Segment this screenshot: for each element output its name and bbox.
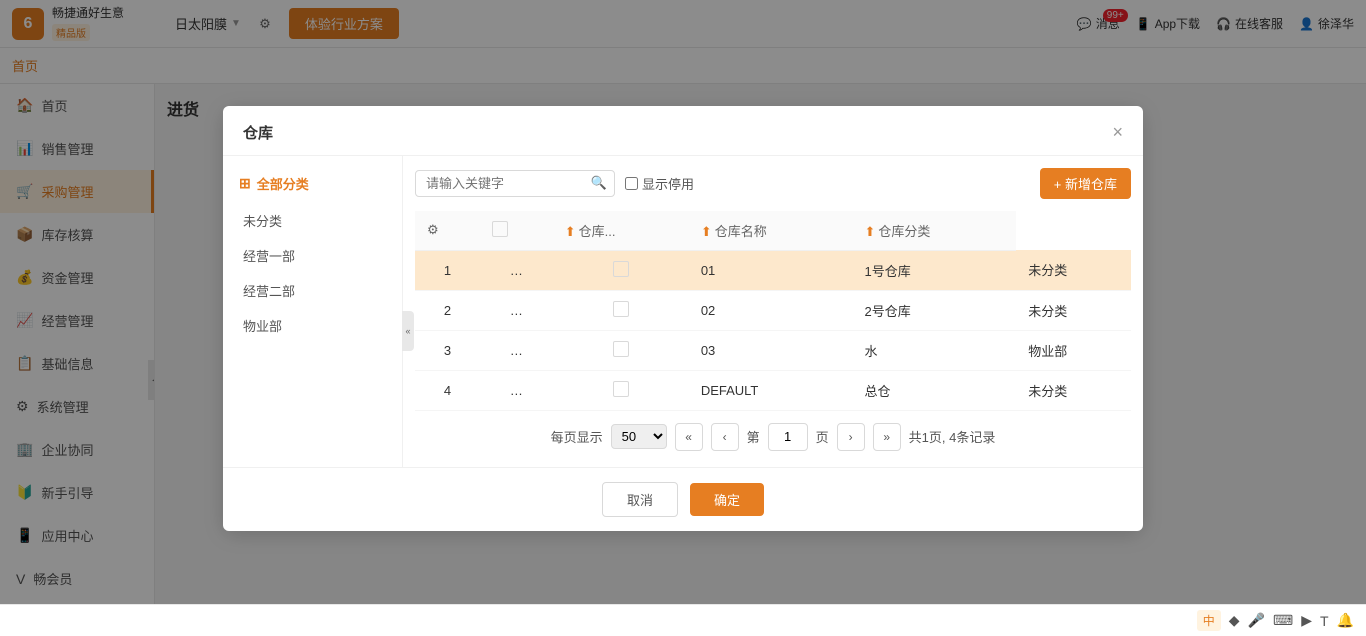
- row-check[interactable]: [613, 301, 629, 317]
- row-name: 1号仓库: [853, 250, 1017, 290]
- modal-header: 仓库 ×: [223, 106, 1143, 156]
- status-bar: 中 ◆ 🎤 ⌨ ▶ T 🔔: [0, 604, 1366, 636]
- modal-body: ⊞ 全部分类 未分类经营一部经营二部物业部 « 🔍 显示停用: [223, 156, 1143, 467]
- category-all-label[interactable]: 全部分类: [257, 174, 309, 193]
- row-num: 3: [415, 330, 480, 370]
- modal-footer: 取消 确定: [223, 467, 1143, 531]
- search-input[interactable]: [415, 170, 615, 197]
- row-category: 未分类: [1016, 370, 1131, 410]
- row-check[interactable]: [613, 381, 629, 397]
- warehouse-modal: 仓库 × ⊞ 全部分类 未分类经营一部经营二部物业部 « 🔍: [223, 106, 1143, 531]
- page-label: 第: [747, 427, 760, 446]
- row-category: 未分类: [1016, 250, 1131, 290]
- th-category: ⬆仓库分类: [853, 211, 1017, 251]
- table-row[interactable]: 3 … 03 水 物业部: [415, 330, 1131, 370]
- row-num: 1: [415, 250, 480, 290]
- row-checkbox[interactable]: [553, 250, 689, 290]
- search-wrap: 🔍: [415, 170, 615, 197]
- table-row[interactable]: 2 … 02 2号仓库 未分类: [415, 290, 1131, 330]
- modal-overlay[interactable]: 仓库 × ⊞ 全部分类 未分类经营一部经营二部物业部 « 🔍: [0, 0, 1366, 636]
- row-code: 02: [689, 290, 853, 330]
- per-page-select[interactable]: 50 10 20 100: [611, 424, 667, 449]
- statusbar-zhong: 中: [1197, 610, 1221, 631]
- sort-code-icon: ⬆: [565, 224, 576, 239]
- sort-name-icon: ⬆: [701, 224, 712, 239]
- first-page-button[interactable]: «: [675, 423, 703, 451]
- statusbar-bell-icon: 🔔: [1337, 612, 1354, 629]
- collapse-panel-button[interactable]: «: [402, 311, 414, 351]
- table-row[interactable]: 4 … DEFAULT 总仓 未分类: [415, 370, 1131, 410]
- row-code: DEFAULT: [689, 370, 853, 410]
- category-item[interactable]: 未分类: [231, 203, 394, 238]
- category-item[interactable]: 经营一部: [231, 238, 394, 273]
- th-code: ⬆仓库...: [553, 211, 689, 251]
- table-toolbar: 🔍 显示停用 + 新增仓库: [415, 168, 1131, 199]
- category-panel: ⊞ 全部分类 未分类经营一部经营二部物业部 «: [223, 156, 403, 467]
- select-all-checkbox[interactable]: [492, 221, 508, 237]
- grid-icon: ⊞: [239, 175, 251, 192]
- prev-page-button[interactable]: ‹: [711, 423, 739, 451]
- table-row[interactable]: 1 … 01 1号仓库 未分类: [415, 250, 1131, 290]
- category-list: 未分类经营一部经营二部物业部: [231, 203, 394, 343]
- pagination: 每页显示 50 10 20 100 « ‹ 第 页 › » 共1页, 4条记录: [415, 411, 1131, 455]
- page-after: 页: [816, 427, 829, 446]
- per-page-label: 每页显示: [551, 427, 603, 446]
- row-actions: …: [480, 330, 553, 370]
- row-category: 物业部: [1016, 330, 1131, 370]
- row-actions: …: [480, 250, 553, 290]
- row-checkbox[interactable]: [553, 370, 689, 410]
- row-check[interactable]: [613, 261, 629, 277]
- category-item[interactable]: 物业部: [231, 308, 394, 343]
- add-warehouse-button[interactable]: + 新增仓库: [1040, 168, 1131, 199]
- last-page-button[interactable]: »: [873, 423, 901, 451]
- statusbar-icon1: ◆: [1229, 612, 1240, 629]
- row-name: 总仓: [853, 370, 1017, 410]
- show-disabled-checkbox[interactable]: [625, 177, 638, 190]
- row-code: 01: [689, 250, 853, 290]
- table-panel: 🔍 显示停用 + 新增仓库 ⚙: [403, 156, 1143, 467]
- row-name: 水: [853, 330, 1017, 370]
- row-code: 03: [689, 330, 853, 370]
- statusbar-play-icon: ▶: [1301, 612, 1312, 629]
- th-settings: ⚙: [415, 211, 480, 251]
- th-checkbox: [480, 211, 553, 251]
- row-checkbox[interactable]: [553, 290, 689, 330]
- row-name: 2号仓库: [853, 290, 1017, 330]
- table-body: 1 … 01 1号仓库 未分类 2 … 02 2号仓库 未分类 3 … 03 水…: [415, 250, 1131, 410]
- warehouse-table: ⚙ ⬆仓库... ⬆仓库名称 ⬆仓库分类: [415, 211, 1131, 411]
- row-num: 4: [415, 370, 480, 410]
- statusbar-t-icon: T: [1320, 613, 1329, 629]
- page-input[interactable]: [768, 423, 808, 451]
- category-item[interactable]: 经营二部: [231, 273, 394, 308]
- show-disabled-label[interactable]: 显示停用: [625, 174, 694, 193]
- total-info: 共1页, 4条记录: [909, 427, 996, 446]
- search-icon[interactable]: 🔍: [591, 175, 607, 191]
- row-num: 2: [415, 290, 480, 330]
- cancel-button[interactable]: 取消: [602, 482, 678, 517]
- confirm-button[interactable]: 确定: [690, 483, 764, 516]
- row-checkbox[interactable]: [553, 330, 689, 370]
- statusbar-keyboard-icon: ⌨: [1273, 612, 1293, 629]
- category-header: ⊞ 全部分类: [231, 168, 394, 199]
- modal-title: 仓库: [243, 122, 273, 143]
- next-page-button[interactable]: ›: [837, 423, 865, 451]
- modal-close-button[interactable]: ×: [1112, 122, 1123, 143]
- row-check[interactable]: [613, 341, 629, 357]
- row-actions: …: [480, 290, 553, 330]
- sort-category-icon: ⬆: [865, 224, 876, 239]
- statusbar-mic-icon: 🎤: [1248, 612, 1265, 629]
- th-name: ⬆仓库名称: [689, 211, 853, 251]
- row-category: 未分类: [1016, 290, 1131, 330]
- row-actions: …: [480, 370, 553, 410]
